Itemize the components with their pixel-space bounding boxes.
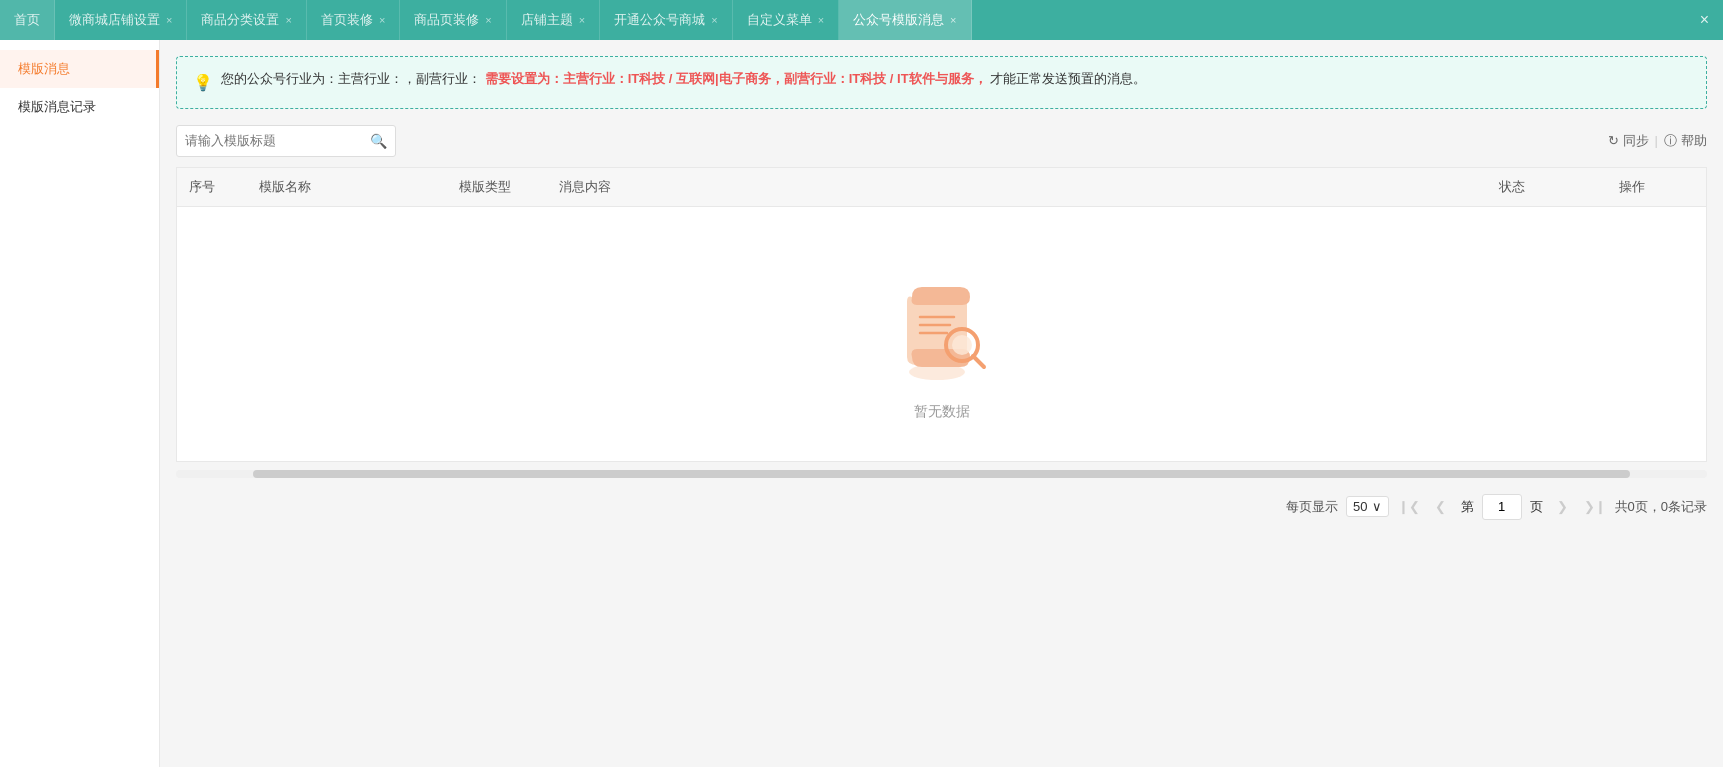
col-seq: 序号 <box>177 167 247 206</box>
tab-store-theme[interactable]: 店铺主题 × <box>507 0 600 40</box>
close-store-settings[interactable]: × <box>166 14 172 26</box>
notice-suffix: 才能正常发送预置的消息。 <box>990 71 1146 86</box>
sidebar-item-template-message[interactable]: 模版消息 <box>0 50 159 88</box>
page-number-input[interactable] <box>1482 494 1522 520</box>
prev-page-button[interactable]: ❮ <box>1429 495 1453 519</box>
tab-category-settings-label: 商品分类设置 <box>201 11 279 29</box>
search-icon[interactable]: 🔍 <box>370 133 387 149</box>
sidebar-item-template-message-log[interactable]: 模版消息记录 <box>0 88 159 126</box>
tab-open-mall-label: 开通公众号商城 <box>614 11 705 29</box>
col-name: 模版名称 <box>247 167 447 206</box>
search-area[interactable]: 🔍 <box>176 125 396 157</box>
notice-text: 您的公众号行业为：主营行业：，副营行业： 需要设置为：主营行业：IT科技 / 互… <box>221 69 1146 90</box>
empty-state: 暂无数据 <box>177 207 1706 461</box>
toolbar: 🔍 ↻ 同步 | ⓘ 帮助 <box>176 125 1707 157</box>
col-action: 操作 <box>1607 167 1707 206</box>
tab-product-decor[interactable]: 商品页装修 × <box>400 0 506 40</box>
tab-custom-menu-label: 自定义菜单 <box>747 11 812 29</box>
tab-store-settings[interactable]: 微商城店铺设置 × <box>55 0 187 40</box>
tab-store-theme-label: 店铺主题 <box>521 11 573 29</box>
data-table: 序号 模版名称 模版类型 消息内容 状态 操作 <box>176 167 1707 462</box>
col-content: 消息内容 <box>547 167 1487 206</box>
tab-homepage-decor-label: 首页装修 <box>321 11 373 29</box>
tab-open-mall[interactable]: 开通公众号商城 × <box>600 0 732 40</box>
tab-category-settings[interactable]: 商品分类设置 × <box>187 0 306 40</box>
close-homepage-decor[interactable]: × <box>379 14 385 26</box>
total-info: 共0页，0条记录 <box>1615 498 1707 516</box>
table-body: 暂无数据 <box>177 206 1707 461</box>
toolbar-right: ↻ 同步 | ⓘ 帮助 <box>1608 132 1707 150</box>
tab-product-decor-label: 商品页装修 <box>414 11 479 29</box>
page-size-arrow: ∨ <box>1372 499 1382 514</box>
close-store-theme[interactable]: × <box>579 14 585 26</box>
sync-label: 同步 <box>1623 132 1649 150</box>
sidebar-item-template-message-log-label: 模版消息记录 <box>18 99 96 114</box>
scrollbar-thumb[interactable] <box>253 470 1631 478</box>
notice-highlight: 需要设置为：主营行业：IT科技 / 互联网|电子商务，副营行业：IT科技 / I… <box>485 71 987 86</box>
pagination: 每页显示 50 ∨ ❙❮ ❮ 第 页 ❯ ❯❙ 共0页，0条记录 <box>176 486 1707 528</box>
close-template-msg[interactable]: × <box>950 14 956 26</box>
table-header-row: 序号 模版名称 模版类型 消息内容 状态 操作 <box>177 167 1707 206</box>
help-icon: ⓘ <box>1664 132 1677 150</box>
horizontal-scrollbar[interactable] <box>176 470 1707 478</box>
col-status: 状态 <box>1487 167 1607 206</box>
page-size-value: 50 <box>1353 499 1367 514</box>
sync-button[interactable]: ↻ 同步 <box>1608 132 1649 150</box>
notice-box: 💡 您的公众号行业为：主营行业：，副营行业： 需要设置为：主营行业：IT科技 /… <box>176 56 1707 109</box>
svg-point-5 <box>952 335 972 355</box>
top-navigation: 首页 微商城店铺设置 × 商品分类设置 × 首页装修 × 商品页装修 × 店铺主… <box>0 0 1723 40</box>
main-layout: 模版消息 模版消息记录 💡 您的公众号行业为：主营行业：，副营行业： 需要设置为… <box>0 40 1723 767</box>
search-input[interactable] <box>185 133 370 148</box>
svg-line-6 <box>973 356 984 367</box>
tab-homepage-decor[interactable]: 首页装修 × <box>307 0 400 40</box>
close-category-settings[interactable]: × <box>285 14 291 26</box>
notice-icon: 💡 <box>193 70 213 96</box>
tab-custom-menu[interactable]: 自定义菜单 × <box>733 0 839 40</box>
sidebar: 模版消息 模版消息记录 <box>0 40 160 767</box>
page-size-label: 每页显示 <box>1286 498 1338 516</box>
toolbar-divider: | <box>1655 133 1658 148</box>
help-label: 帮助 <box>1681 132 1707 150</box>
close-all-tabs[interactable]: × <box>1686 0 1723 40</box>
empty-row: 暂无数据 <box>177 206 1707 461</box>
tab-store-settings-label: 微商城店铺设置 <box>69 11 160 29</box>
page-word: 第 <box>1461 498 1474 516</box>
empty-illustration <box>882 267 1002 387</box>
tab-template-msg-label: 公众号模版消息 <box>853 11 944 29</box>
help-button[interactable]: ⓘ 帮助 <box>1664 132 1707 150</box>
last-page-button[interactable]: ❯❙ <box>1583 495 1607 519</box>
sync-icon: ↻ <box>1608 133 1619 148</box>
close-custom-menu[interactable]: × <box>818 14 824 26</box>
tab-home[interactable]: 首页 <box>0 0 55 40</box>
tab-home-label: 首页 <box>14 11 40 29</box>
col-type: 模版类型 <box>447 167 547 206</box>
content-area: 💡 您的公众号行业为：主营行业：，副营行业： 需要设置为：主营行业：IT科技 /… <box>160 40 1723 767</box>
next-page-button[interactable]: ❯ <box>1551 495 1575 519</box>
empty-text: 暂无数据 <box>914 403 970 421</box>
sidebar-item-template-message-label: 模版消息 <box>18 61 70 76</box>
tab-template-msg[interactable]: 公众号模版消息 × <box>839 0 971 40</box>
first-page-button[interactable]: ❙❮ <box>1397 495 1421 519</box>
page-size-select[interactable]: 50 ∨ <box>1346 496 1388 517</box>
close-product-decor[interactable]: × <box>485 14 491 26</box>
page-unit: 页 <box>1530 498 1543 516</box>
close-open-mall[interactable]: × <box>711 14 717 26</box>
notice-prefix: 您的公众号行业为：主营行业：，副营行业： <box>221 71 481 86</box>
